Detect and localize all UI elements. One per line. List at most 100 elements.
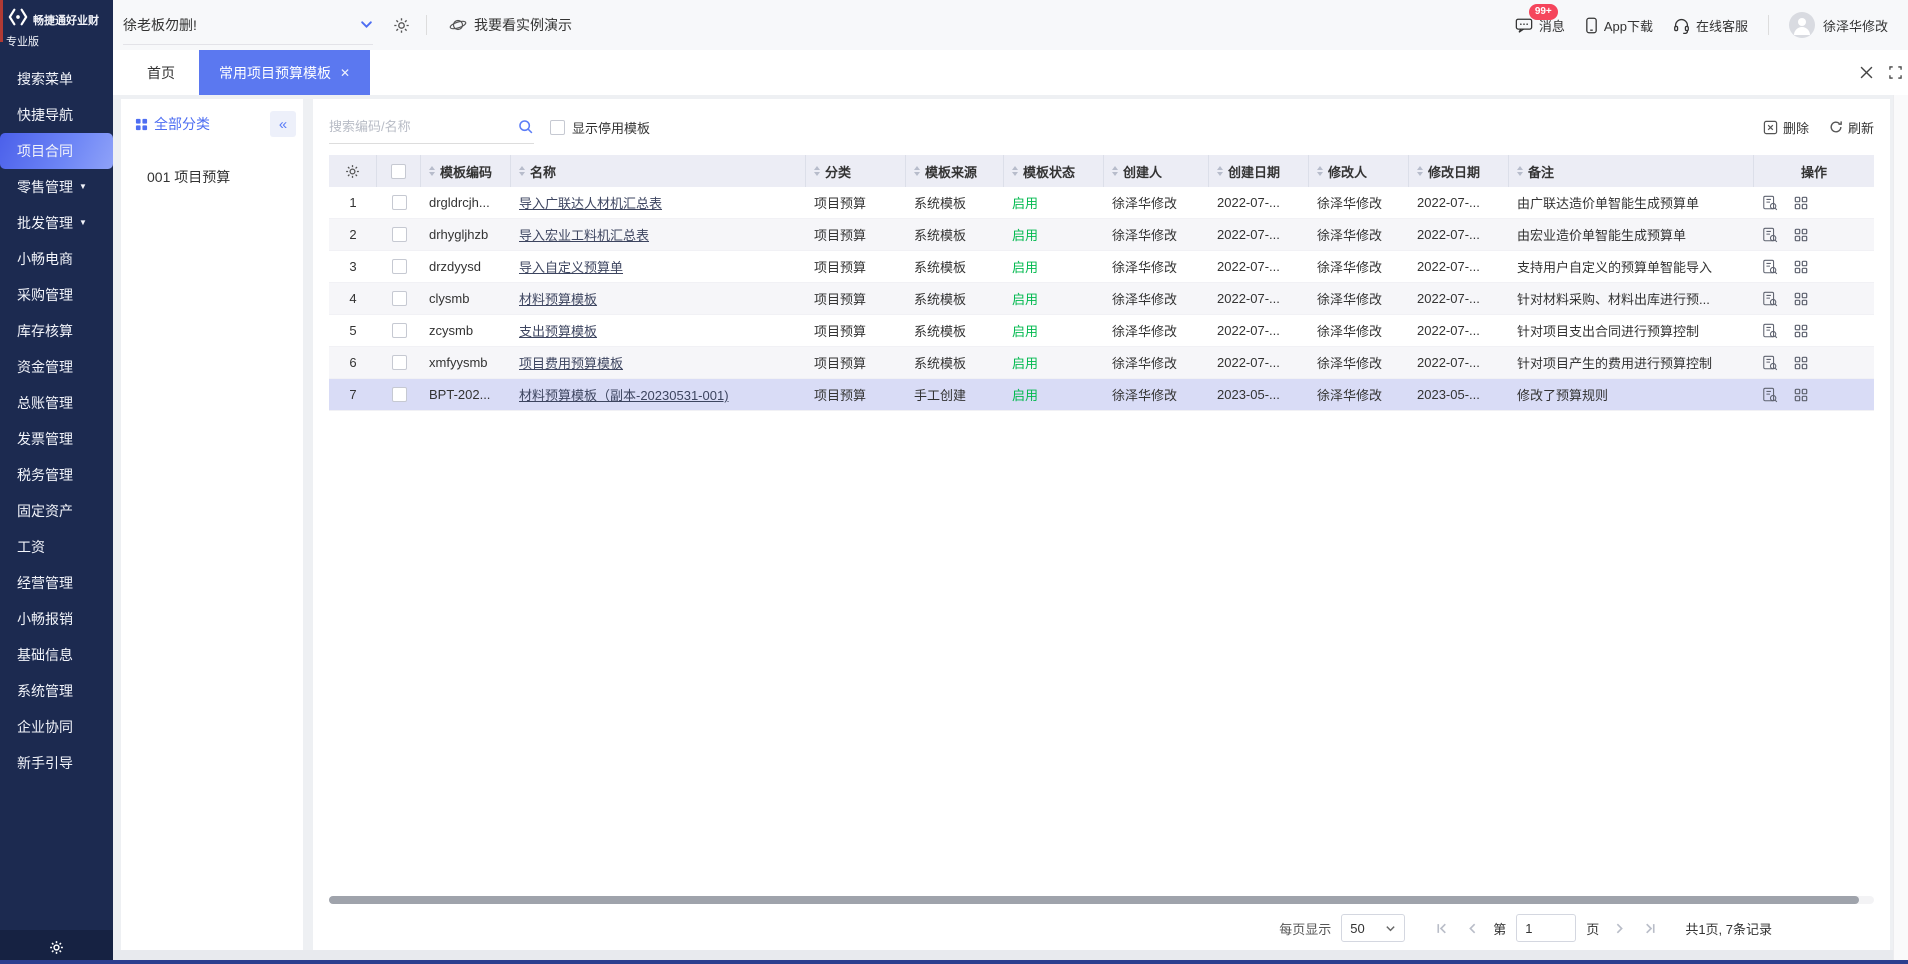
sidebar-item[interactable]: 资金管理 [0, 349, 113, 385]
sidebar-item[interactable]: 小畅报销 [0, 601, 113, 637]
sort-icon[interactable] [1217, 166, 1223, 176]
template-name-link[interactable]: 项目费用预算模板 [519, 356, 623, 371]
tab-budget-templates[interactable]: 常用项目预算模板 ✕ [199, 50, 371, 95]
preview-icon[interactable] [1762, 355, 1778, 371]
all-categories-button[interactable]: 全部分类 [135, 114, 270, 134]
grid-actions-icon[interactable] [1794, 356, 1808, 370]
sidebar-item[interactable]: 系统管理 [0, 673, 113, 709]
row-checkbox[interactable] [391, 355, 407, 370]
sort-icon[interactable] [429, 166, 435, 176]
table-row[interactable]: 2 drhygljhzb 导入宏业工料机汇总表 项目预算 系统模板 启用 徐泽华… [329, 219, 1874, 251]
sidebar-item[interactable]: 工资 [0, 529, 113, 565]
template-name-link[interactable]: 材料预算模板 [519, 292, 597, 307]
column-settings-gear-icon[interactable] [329, 155, 377, 187]
grid-actions-icon[interactable] [1794, 292, 1808, 306]
template-name-link[interactable]: 导入自定义预算单 [519, 260, 623, 275]
sidebar-item[interactable]: 库存核算 [0, 313, 113, 349]
template-name-link[interactable]: 导入宏业工料机汇总表 [519, 228, 649, 243]
prev-page-icon[interactable] [1466, 922, 1479, 935]
first-page-icon[interactable] [1435, 922, 1448, 935]
preview-icon[interactable] [1762, 291, 1778, 307]
preview-icon[interactable] [1762, 259, 1778, 275]
table-row[interactable]: 5 zcysmb 支出预算模板 项目预算 系统模板 启用 徐泽华修改 2022-… [329, 315, 1874, 347]
table-row[interactable]: 3 drzdyysd 导入自定义预算单 项目预算 系统模板 启用 徐泽华修改 2… [329, 251, 1874, 283]
grid-actions-icon[interactable] [1794, 228, 1808, 242]
sort-icon[interactable] [1112, 166, 1118, 176]
row-checkbox[interactable] [391, 323, 407, 338]
template-name-link[interactable]: 支出预算模板 [519, 324, 597, 339]
demo-link[interactable]: 我要看实例演示 [449, 15, 572, 35]
column-header-remark[interactable]: 备注 [1509, 155, 1754, 187]
sidebar-item[interactable]: 批发管理 ▼ [0, 205, 113, 241]
column-header-modified[interactable]: 修改日期 [1409, 155, 1509, 187]
sort-icon[interactable] [814, 166, 820, 176]
messages-button[interactable]: 消息 99+ [1515, 3, 1565, 35]
table-row[interactable]: 1 drgldrcjh... 导入广联达人材机汇总表 项目预算 系统模板 启用 … [329, 187, 1874, 219]
collapse-panel-icon[interactable]: « [270, 111, 296, 137]
grid-actions-icon[interactable] [1794, 196, 1808, 210]
grid-actions-icon[interactable] [1794, 388, 1808, 402]
sidebar-item[interactable]: 固定资产 [0, 493, 113, 529]
column-header-category[interactable]: 分类 [806, 155, 906, 187]
sidebar-item[interactable]: 发票管理 [0, 421, 113, 457]
page-number-input[interactable] [1516, 914, 1577, 942]
preview-icon[interactable] [1762, 227, 1778, 243]
tab-close-icon[interactable]: ✕ [340, 67, 350, 79]
column-header-created[interactable]: 创建日期 [1209, 155, 1309, 187]
scrollbar-thumb[interactable] [329, 896, 1859, 904]
sidebar-item[interactable]: 采购管理 [0, 277, 113, 313]
sidebar-item[interactable]: 小畅电商 [0, 241, 113, 277]
sort-icon[interactable] [519, 166, 525, 176]
row-checkbox[interactable] [391, 387, 407, 402]
sidebar-item[interactable]: 零售管理 ▼ [0, 169, 113, 205]
sort-icon[interactable] [1012, 166, 1018, 176]
sidebar-item[interactable]: 快捷导航 [0, 97, 113, 133]
sort-icon[interactable] [1417, 166, 1423, 176]
table-row[interactable]: 6 xmfyysmb 项目费用预算模板 项目预算 系统模板 启用 徐泽华修改 2… [329, 347, 1874, 379]
account-selector[interactable]: 徐老板勿删! [123, 5, 373, 45]
sidebar-item[interactable]: 搜索菜单 [0, 61, 113, 97]
sidebar-item[interactable]: 税务管理 [0, 457, 113, 493]
show-disabled-checkbox[interactable] [550, 119, 565, 135]
sort-icon[interactable] [1517, 166, 1523, 176]
sidebar-item[interactable]: 企业协同 [0, 709, 113, 745]
table-row[interactable]: 4 clysmb 材料预算模板 项目预算 系统模板 启用 徐泽华修改 2022-… [329, 283, 1874, 315]
show-disabled-toggle[interactable]: 显示停用模板 [550, 118, 650, 137]
column-header-creator[interactable]: 创建人 [1104, 155, 1209, 187]
user-menu[interactable]: 徐泽华修改 [1788, 12, 1888, 38]
preview-icon[interactable] [1762, 195, 1778, 211]
tab-home[interactable]: 首页 [123, 50, 199, 95]
column-header-name[interactable]: 名称 [511, 155, 806, 187]
horizontal-scrollbar[interactable] [329, 896, 1874, 904]
row-checkbox[interactable] [391, 291, 407, 306]
template-name-link[interactable]: 导入广联达人材机汇总表 [519, 196, 662, 211]
sidebar-item[interactable]: 基础信息 [0, 637, 113, 673]
category-item[interactable]: 001 项目预算 [121, 159, 303, 195]
page-scrollbar-track[interactable] [1893, 95, 1908, 960]
sort-icon[interactable] [914, 166, 920, 176]
search-icon[interactable] [517, 118, 534, 135]
row-checkbox[interactable] [391, 227, 407, 242]
sidebar-item[interactable]: 总账管理 [0, 385, 113, 421]
page-size-select[interactable]: 50 [1341, 914, 1406, 942]
topbar-gear-icon[interactable] [393, 17, 410, 34]
sidebar-item[interactable]: 项目合同 [0, 133, 113, 169]
sidebar-settings-gear-icon[interactable] [49, 940, 64, 955]
grid-actions-icon[interactable] [1794, 260, 1808, 274]
table-row[interactable]: 7 BPT-202... 材料预算模板（副本-20230531-001) 项目预… [329, 379, 1874, 411]
template-name-link[interactable]: 材料预算模板（副本-20230531-001) [519, 388, 729, 403]
row-checkbox[interactable] [391, 195, 407, 210]
column-header-modifier[interactable]: 修改人 [1309, 155, 1409, 187]
sidebar-item[interactable]: 经营管理 [0, 565, 113, 601]
row-checkbox[interactable] [391, 259, 407, 274]
sidebar-item[interactable]: 新手引导 [0, 745, 113, 781]
online-service-button[interactable]: 在线客服 [1673, 16, 1748, 35]
sort-icon[interactable] [1317, 166, 1323, 176]
column-header-source[interactable]: 模板来源 [906, 155, 1004, 187]
select-all-checkbox[interactable] [391, 163, 406, 179]
delete-button[interactable]: 删除 [1763, 118, 1809, 137]
fullscreen-icon[interactable] [1889, 66, 1902, 79]
preview-icon[interactable] [1762, 323, 1778, 339]
search-input[interactable] [329, 119, 511, 134]
grid-actions-icon[interactable] [1794, 324, 1808, 338]
